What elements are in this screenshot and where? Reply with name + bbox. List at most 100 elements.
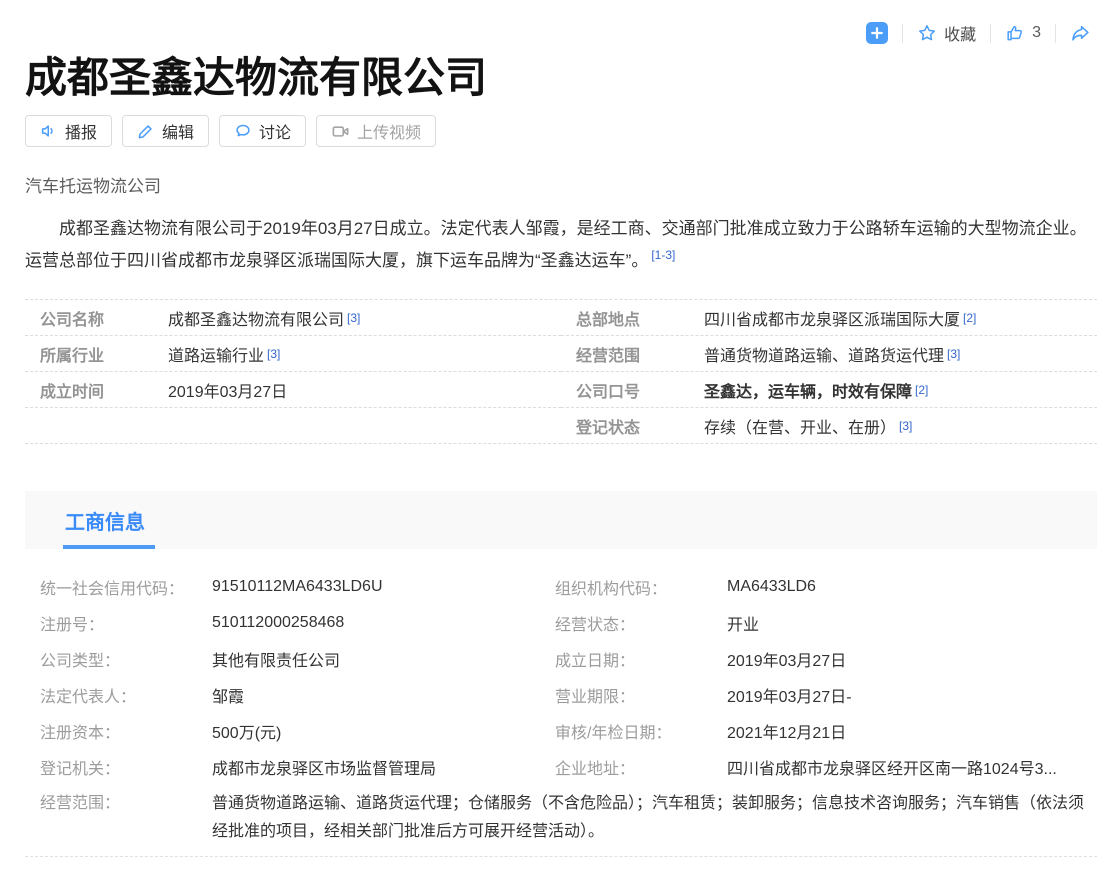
biz-row-org-code: 组织机构代码： MA6433LD6: [540, 569, 1097, 605]
tab-label: 工商信息: [65, 511, 145, 534]
infobox-row-empty: [25, 408, 561, 444]
video-camera-icon: [331, 122, 350, 141]
page-title: 成都圣鑫达物流有限公司: [25, 54, 488, 101]
infobox-value: 存续（在营、开业、在册）: [704, 419, 897, 437]
biz-row-operating-status: 经营状态： 开业: [540, 605, 1097, 641]
discuss-label: 讨论: [259, 125, 292, 142]
biz-value: 其他有限责任公司: [212, 653, 341, 670]
action-divider: [902, 23, 904, 43]
broadcast-label: 播报: [65, 125, 98, 142]
intro-text: 成都圣鑫达物流有限公司于2019年03月27日成立。法定代表人邹霞，是经工商、交…: [25, 219, 1087, 270]
business-info-grid: 统一社会信用代码： 91510112MA6433LD6U 组织机构代码： MA6…: [25, 569, 1097, 785]
infobox-row-founded-date: 成立时间 2019年03月27日: [25, 372, 561, 408]
biz-value: 2021年12月21日: [727, 725, 847, 742]
biz-label: 成立日期：: [555, 653, 636, 670]
action-bar: 收藏 3: [25, 0, 1097, 46]
infobox-label: 所属行业: [40, 347, 105, 365]
infobox-label: 经营范围: [576, 347, 641, 365]
speaker-icon: [40, 122, 58, 140]
infobox-value: 圣鑫达，运车辆，时效有保障: [704, 383, 913, 401]
infobox-row-business-scope: 经营范围 普通货物道路运输、道路货运代理 [3]: [561, 336, 1097, 372]
page-content: 收藏 3 成都圣鑫达物流有限公司 播报 编辑 讨论 上传视频 汽车托运物流公司 …: [0, 0, 1105, 857]
biz-label: 组织机构代码：: [555, 581, 668, 598]
biz-value: 开业: [727, 617, 760, 634]
thumbs-up-icon: [1005, 23, 1025, 43]
biz-label: 法定代表人：: [40, 689, 137, 706]
add-button[interactable]: [866, 22, 889, 44]
like-button[interactable]: 3: [1005, 23, 1041, 43]
biz-value: 500万(元): [212, 725, 282, 742]
infobox-value: 2019年03月27日: [168, 383, 288, 401]
biz-row-company-address: 企业地址： 四川省成都市龙泉驿区经开区南一路1024号3...: [540, 749, 1097, 785]
biz-label: 企业地址：: [555, 761, 636, 778]
intro-paragraph: 成都圣鑫达物流有限公司于2019年03月27日成立。法定代表人邹霞，是经工商、交…: [25, 213, 1095, 277]
biz-value: 2019年03月27日: [727, 653, 847, 670]
biz-row-registered-capital: 注册资本： 500万(元): [25, 713, 540, 749]
action-divider: [1055, 23, 1056, 43]
edit-button[interactable]: 编辑: [122, 115, 210, 147]
biz-row-legal-rep: 法定代表人： 邹霞: [25, 677, 540, 713]
infobox-label: 总部地点: [576, 311, 641, 329]
biz-label: 统一社会信用代码：: [40, 581, 185, 598]
toolbar: 播报 编辑 讨论 上传视频: [25, 115, 1097, 147]
biz-row-reg-number: 注册号： 510112000258468: [25, 605, 540, 641]
biz-row-business-term: 营业期限： 2019年03月27日-: [540, 677, 1097, 713]
infobox-label: 公司名称: [40, 311, 105, 329]
infobox-value: 道路运输行业: [168, 347, 265, 365]
biz-row-credit-code: 统一社会信用代码： 91510112MA6433LD6U: [25, 569, 540, 605]
infobox-row-industry: 所属行业 道路运输行业 [3]: [25, 336, 561, 372]
tab-active-underline: [63, 545, 155, 549]
biz-label: 审核/年检日期：: [555, 725, 672, 742]
plus-icon: [871, 27, 883, 39]
infobox-label: 成立时间: [40, 383, 105, 401]
biz-value: 邹霞: [212, 689, 245, 706]
biz-value: 2019年03月27日-: [727, 689, 852, 706]
biz-value: 510112000258468: [212, 614, 345, 631]
infobox-value: 四川省成都市龙泉驿区派瑞国际大厦: [704, 311, 961, 329]
pen-icon: [137, 122, 155, 140]
biz-value: 成都市龙泉驿区市场监督管理局: [212, 761, 437, 778]
biz-label: 登记机关：: [40, 761, 121, 778]
biz-label: 营业期限：: [555, 689, 636, 706]
biz-label: 经营状态：: [555, 617, 636, 634]
star-icon: [917, 23, 937, 43]
company-infobox: 公司名称 成都圣鑫达物流有限公司 [3] 总部地点 四川省成都市龙泉驿区派瑞国际…: [25, 299, 1097, 444]
edit-label: 编辑: [162, 125, 195, 142]
biz-value: 91510112MA6433LD6U: [212, 578, 383, 595]
tab-business-info[interactable]: 工商信息: [63, 491, 155, 549]
upload-video-label: 上传视频: [357, 125, 422, 142]
upload-video-button[interactable]: 上传视频: [316, 115, 437, 147]
broadcast-button[interactable]: 播报: [25, 115, 113, 147]
action-divider: [990, 23, 992, 43]
biz-row-founded-date: 成立日期： 2019年03月27日: [540, 641, 1097, 677]
biz-label: 注册号：: [40, 617, 105, 634]
biz-row-business-scope: 经营范围： 普通货物道路运输、道路货运代理；仓储服务（不含危险品）；汽车租赁；装…: [25, 790, 1097, 846]
share-button[interactable]: [1070, 23, 1091, 44]
infobox-label: 公司口号: [576, 383, 641, 401]
section-tab-strip: 工商信息: [25, 491, 1097, 549]
biz-label: 经营范围：: [40, 795, 121, 812]
biz-row-company-type: 公司类型： 其他有限责任公司: [25, 641, 540, 677]
reference-link[interactable]: [1-3]: [651, 248, 675, 262]
biz-row-inspection-date: 审核/年检日期： 2021年12月21日: [540, 713, 1097, 749]
biz-value: MA6433LD6: [727, 578, 816, 595]
collect-label: 收藏: [944, 27, 977, 44]
biz-value: 普通货物道路运输、道路货运代理；仓储服务（不含危险品）；汽车租赁；装卸服务；信息…: [212, 795, 1085, 840]
share-icon: [1070, 23, 1091, 44]
like-count: 3: [1032, 24, 1041, 41]
chat-icon: [234, 122, 252, 140]
discuss-button[interactable]: 讨论: [219, 115, 307, 147]
biz-label: 注册资本：: [40, 725, 121, 742]
biz-label: 公司类型：: [40, 653, 121, 670]
collect-button[interactable]: 收藏: [917, 21, 976, 45]
infobox-value: 普通货物道路运输、道路货运代理: [704, 347, 945, 365]
infobox-row-company-name: 公司名称 成都圣鑫达物流有限公司 [3]: [25, 300, 561, 336]
infobox-row-slogan: 公司口号 圣鑫达，运车辆，时效有保障 [2]: [561, 372, 1097, 408]
infobox-row-registration-status: 登记状态 存续（在营、开业、在册） [3]: [561, 408, 1097, 444]
biz-value: 四川省成都市龙泉驿区经开区南一路1024号3...: [727, 761, 1057, 778]
infobox-label: 登记状态: [576, 419, 641, 437]
biz-row-registration-authority: 登记机关： 成都市龙泉驿区市场监督管理局: [25, 749, 540, 785]
page-subtitle: 汽车托运物流公司: [25, 177, 161, 196]
infobox-row-headquarters: 总部地点 四川省成都市龙泉驿区派瑞国际大厦 [2]: [561, 300, 1097, 336]
business-info-section: 统一社会信用代码： 91510112MA6433LD6U 组织机构代码： MA6…: [25, 549, 1097, 857]
